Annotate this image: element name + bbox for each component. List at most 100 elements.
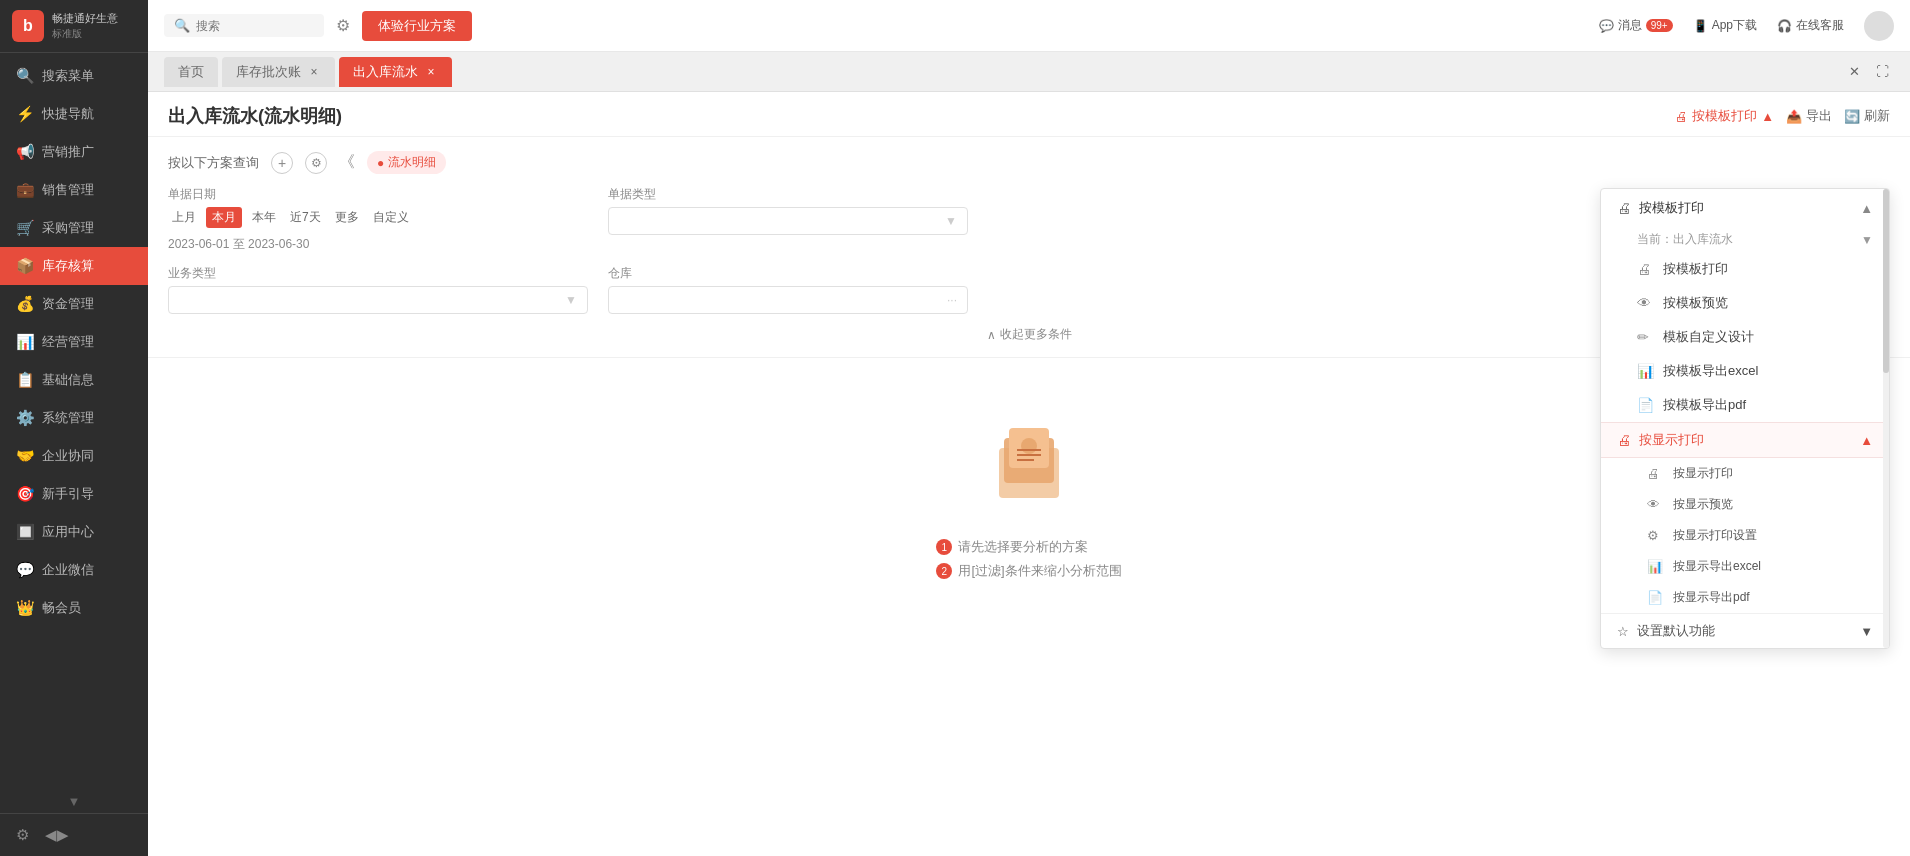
bill-type-field: 单据类型 ▼ [608, 186, 968, 235]
app-download-button[interactable]: 📱 App下载 [1693, 17, 1757, 34]
template-excel-icon: 📊 [1637, 363, 1655, 379]
date-option-this-year[interactable]: 本年 [248, 207, 280, 228]
tab-batch-account[interactable]: 库存批次账 × [222, 57, 335, 87]
empty-state-image [979, 418, 1079, 518]
dropdown-collapse-icon[interactable]: ▲ [1860, 201, 1873, 216]
empty-tips: 1 请先选择要分析的方案 2 用[过滤]条件来缩小分析范围 [936, 538, 1121, 586]
display-export-pdf-item[interactable]: 📄 按显示导出pdf [1601, 582, 1889, 613]
template-custom-item[interactable]: ✏ 模板自定义设计 [1601, 320, 1889, 354]
date-field: 单据日期 上月 本月 本年 近7天 更多 自定义 2023-06-01 至 20… [168, 186, 588, 253]
display-export-excel-item[interactable]: 📊 按显示导出excel [1601, 551, 1889, 582]
display-settings-icon: ⚙ [1647, 528, 1665, 543]
sidebar-item-finance[interactable]: 💰 资金管理 [0, 285, 148, 323]
date-option-last-month[interactable]: 上月 [168, 207, 200, 228]
headset-icon: 🎧 [1777, 19, 1792, 33]
sidebar-item-basic-info[interactable]: 📋 基础信息 [0, 361, 148, 399]
template-preview-item[interactable]: 👁 按模板预览 [1601, 286, 1889, 320]
tab-flow[interactable]: 出入库流水 × [339, 57, 452, 87]
print-dropdown-panel: 🖨 按模板打印 ▲ 当前：出入库流水 ▼ 🖨 按模板打印 👁 按模板预览 ✏ 模… [1600, 188, 1890, 649]
business-type-select[interactable]: ▼ [168, 286, 588, 314]
default-func-item[interactable]: ☆ 设置默认功能 ▼ [1601, 613, 1889, 648]
sidebar-item-inventory[interactable]: 📦 库存核算 [0, 247, 148, 285]
tab-home[interactable]: 首页 [164, 57, 218, 87]
enterprise-icon: 🤝 [16, 447, 34, 465]
sidebar-nav: 🔍 搜索菜单 ⚡ 快捷导航 📢 营销推广 💼 销售管理 🛒 采购管理 📦 库存核… [0, 53, 148, 790]
svg-point-3 [1021, 438, 1037, 454]
dropdown-scrollbar[interactable] [1883, 189, 1889, 648]
sidebar-item-quicknav[interactable]: ⚡ 快捷导航 [0, 95, 148, 133]
template-export-pdf-item[interactable]: 📄 按模板导出pdf [1601, 388, 1889, 422]
tab-bar-right: ✕ ⛶ [1842, 60, 1894, 84]
sidebar-item-wechat[interactable]: 💬 企业微信 [0, 551, 148, 589]
topbar-gear-icon[interactable]: ⚙ [336, 16, 350, 35]
tab-close-all-button[interactable]: ✕ [1842, 60, 1866, 84]
bill-type-select[interactable]: ▼ [608, 207, 968, 235]
page-actions: 🖨 按模板打印 ▲ 📤 导出 🔄 刷新 [1675, 107, 1890, 125]
print-header-icon: 🖨 [1617, 200, 1631, 216]
template-pdf-icon: 📄 [1637, 397, 1655, 413]
sidebar-toggle-icon[interactable]: ◀▶ [45, 826, 69, 844]
message-icon: 💬 [1599, 19, 1614, 33]
sidebar-item-marketing[interactable]: 📢 营销推广 [0, 133, 148, 171]
app-logo-text: 畅捷通好生意 标准版 [52, 11, 118, 40]
download-icon: 📱 [1693, 19, 1708, 33]
refresh-button[interactable]: 🔄 刷新 [1844, 107, 1890, 125]
message-button[interactable]: 💬 消息 99+ [1599, 17, 1673, 34]
sidebar-item-sales[interactable]: 💼 销售管理 [0, 171, 148, 209]
warehouse-select[interactable]: ··· [608, 286, 968, 314]
topbar: 🔍 ⚙ 体验行业方案 💬 消息 99+ 📱 App下载 🎧 在线客服 [148, 0, 1910, 52]
search-tag: ● 流水明细 [367, 151, 446, 174]
search-input[interactable] [196, 19, 296, 33]
date-option-this-month[interactable]: 本月 [206, 207, 242, 228]
date-option-7days[interactable]: 近7天 [286, 207, 325, 228]
sidebar-item-system[interactable]: ⚙️ 系统管理 [0, 399, 148, 437]
search-setting-button[interactable]: ⚙ [305, 152, 327, 174]
tag-icon: ● [377, 156, 384, 170]
search-collapse-button[interactable]: 《 [339, 152, 355, 173]
user-avatar[interactable] [1864, 11, 1894, 41]
search-icon: 🔍 [174, 18, 190, 33]
sidebar-item-member[interactable]: 👑 畅会员 [0, 589, 148, 627]
date-option-custom[interactable]: 自定义 [369, 207, 413, 228]
sidebar-item-search[interactable]: 🔍 搜索菜单 [0, 57, 148, 95]
tab-close-flow[interactable]: × [424, 65, 438, 79]
guide-icon: 🎯 [16, 485, 34, 503]
sidebar: b 畅捷通好生意 标准版 🔍 搜索菜单 ⚡ 快捷导航 📢 营销推广 💼 销售管理… [0, 0, 148, 856]
sidebar-item-guide[interactable]: 🎯 新手引导 [0, 475, 148, 513]
print-template-button[interactable]: 🖨 按模板打印 ▲ [1675, 107, 1774, 125]
appstore-icon: 🔲 [16, 523, 34, 541]
inventory-icon: 📦 [16, 257, 34, 275]
wechat-icon: 💬 [16, 561, 34, 579]
display-print-item[interactable]: 🖨 按显示打印 [1601, 458, 1889, 489]
template-print-icon: 🖨 [1637, 261, 1655, 277]
business-dropdown-arrow-icon: ▼ [565, 293, 577, 307]
settings-icon[interactable]: ⚙ [16, 826, 29, 844]
display-print-settings-item[interactable]: ⚙ 按显示打印设置 [1601, 520, 1889, 551]
finance-icon: 💰 [16, 295, 34, 313]
topbar-search[interactable]: 🔍 [164, 14, 324, 37]
template-export-excel-item[interactable]: 📊 按模板导出excel [1601, 354, 1889, 388]
warehouse-field: 仓库 ··· [608, 265, 968, 314]
template-print-item[interactable]: 🖨 按模板打印 [1601, 252, 1889, 286]
date-option-more[interactable]: 更多 [331, 207, 363, 228]
sidebar-item-enterprise[interactable]: 🤝 企业协同 [0, 437, 148, 475]
online-service-button[interactable]: 🎧 在线客服 [1777, 17, 1844, 34]
trial-button[interactable]: 体验行业方案 [362, 11, 472, 41]
sidebar-item-operations[interactable]: 📊 经营管理 [0, 323, 148, 361]
search-header: 按以下方案查询 + ⚙ 《 ● 流水明细 [168, 151, 1890, 174]
export-button[interactable]: 📤 导出 [1786, 107, 1832, 125]
sidebar-item-purchase[interactable]: 🛒 采购管理 [0, 209, 148, 247]
display-section-collapse-icon[interactable]: ▲ [1860, 433, 1873, 448]
dropdown-header: 🖨 按模板打印 ▲ [1601, 189, 1889, 227]
page-header: 出入库流水(流水明细) 🖨 按模板打印 ▲ 📤 导出 🔄 刷新 [148, 92, 1910, 137]
tab-expand-button[interactable]: ⛶ [1870, 60, 1894, 84]
display-preview-item[interactable]: 👁 按显示预览 [1601, 489, 1889, 520]
app-logo-icon: b [12, 10, 44, 42]
search-add-button[interactable]: + [271, 152, 293, 174]
basic-info-icon: 📋 [16, 371, 34, 389]
tab-close-batch[interactable]: × [307, 65, 321, 79]
page-title: 出入库流水(流水明细) [168, 104, 342, 128]
sidebar-scroll-down[interactable]: ▼ [0, 790, 148, 813]
export-icon: 📤 [1786, 109, 1802, 124]
sidebar-item-appstore[interactable]: 🔲 应用中心 [0, 513, 148, 551]
